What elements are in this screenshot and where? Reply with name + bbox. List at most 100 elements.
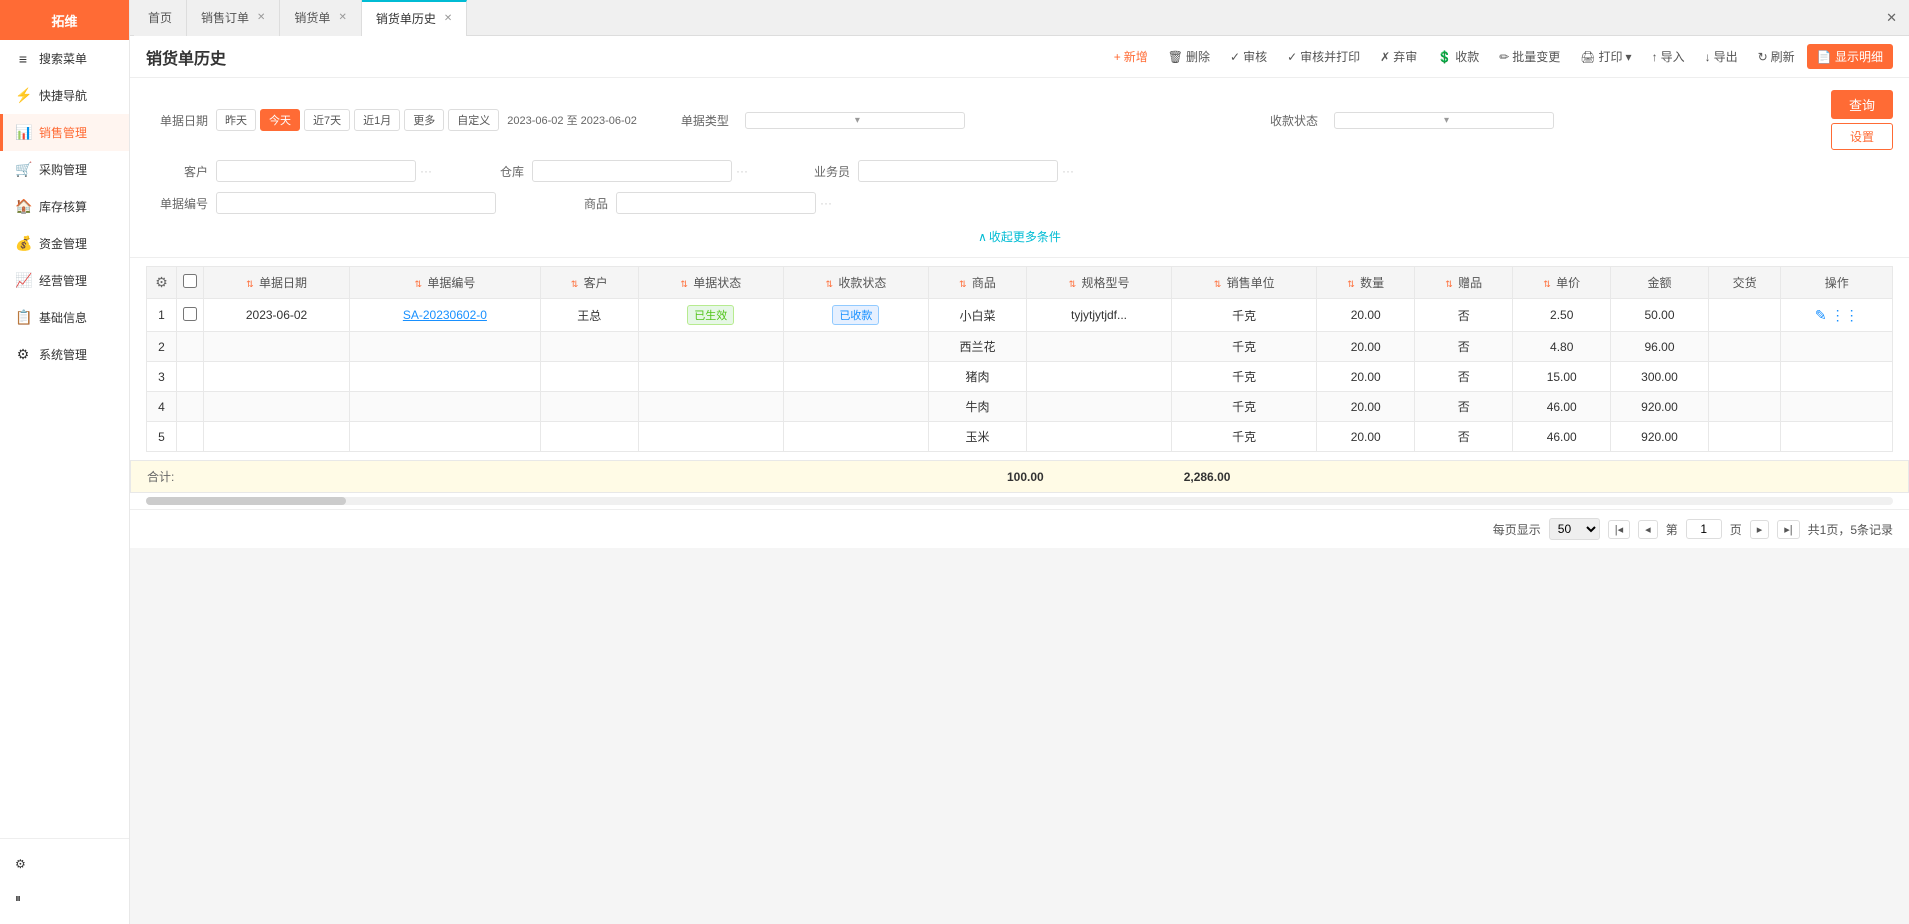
th-payment-status[interactable]: ⇅ 收款状态 [783,267,928,299]
payment-status-select[interactable]: ▾ [1334,112,1554,129]
next-page-button[interactable]: ▸ [1750,520,1770,539]
sidebar: 拓维 ≡ 搜索菜单 ⚡ 快捷导航 📊 销售管理 🛒 采购管理 🏠 库存核算 💰 … [0,0,130,924]
first-page-button[interactable]: |◂ [1608,520,1630,539]
sidebar-bottom-item2[interactable]: ⏸ [0,881,129,916]
th-settings[interactable]: ⚙ [147,267,177,299]
tab-sales-history[interactable]: 销货单历史 ✕ [362,0,467,36]
tab-sales-history-close[interactable]: ✕ [444,13,452,24]
doc-no-link[interactable]: SA-20230602-0 [403,308,487,322]
th-unit-price[interactable]: ⇅ 单价 [1513,267,1611,299]
sidebar-item-system-mgmt[interactable]: ⚙ 系统管理 [0,336,129,373]
customer-dots[interactable]: ··· [420,164,432,178]
td-doc-date [204,422,350,452]
td-checkbox [177,422,204,452]
warehouse-input[interactable] [532,160,732,182]
tab-sales-goods-close[interactable]: ✕ [338,12,346,23]
th-qty[interactable]: ⇅ 数量 [1317,267,1415,299]
customer-input[interactable] [216,160,416,182]
td-doc-no [350,362,541,392]
th-spec[interactable]: ⇅ 规格型号 [1026,267,1171,299]
sidebar-item-purchase-mgmt[interactable]: 🛒 采购管理 [0,151,129,188]
th-unit[interactable]: ⇅ 销售单位 [1172,267,1317,299]
sidebar-item-inventory[interactable]: 🏠 库存核算 [0,188,129,225]
td-amount: 50.00 [1611,299,1709,332]
th-doc-date[interactable]: ⇅ 单据日期 [204,267,350,299]
doc-type-arrow: ▾ [855,115,958,126]
page-unit: 页 [1730,521,1742,538]
td-action [1781,392,1893,422]
collect-icon: 💲 [1437,50,1452,64]
business-input[interactable] [858,160,1058,182]
audit-button[interactable]: ✓ 审核 [1222,44,1275,69]
sidebar-item-operations[interactable]: 📈 经营管理 [0,262,129,299]
show-detail-button[interactable]: 📄 显示明细 [1807,44,1893,69]
sidebar-item-sales-mgmt[interactable]: 📊 销售管理 [0,114,129,151]
th-doc-status[interactable]: ⇅ 单据状态 [638,267,783,299]
tab-sales-order-close[interactable]: ✕ [257,12,265,23]
td-unit: 千克 [1172,422,1317,452]
td-spec [1026,362,1171,392]
sidebar-item-finance[interactable]: 💰 资金管理 [0,225,129,262]
date-btn-more[interactable]: 更多 [404,109,444,131]
prev-page-button[interactable]: ◂ [1638,520,1658,539]
select-all-checkbox[interactable] [183,274,197,288]
sidebar-item-basic-info[interactable]: 📋 基础信息 [0,299,129,336]
sort-icon: ⇅ [246,279,254,289]
customer-filter-label: 客户 [146,163,216,180]
tab-sales-goods-label: 销货单 [294,9,330,26]
date-btn-custom[interactable]: 自定义 [448,109,499,131]
date-btn-1month[interactable]: 近1月 [354,109,400,131]
th-gift[interactable]: ⇅ 赠品 [1415,267,1513,299]
doc-type-select[interactable]: ▾ [745,112,965,129]
sidebar-bottom-item1[interactable]: ⚙ [0,847,129,881]
abandon-button[interactable]: ✗ 弃审 [1372,44,1425,69]
td-gift: 否 [1415,392,1513,422]
goods-input[interactable] [616,192,816,214]
export-button[interactable]: ↓ 导出 [1697,44,1746,69]
row-checkbox[interactable] [183,307,197,321]
print-button[interactable]: 🖨 打印 ▾ [1572,44,1639,69]
batch-change-button[interactable]: ✏ 批量变更 [1491,44,1568,69]
collect-button[interactable]: 💲 收款 [1429,44,1487,69]
scrollbar-wrap[interactable] [130,493,1909,509]
import-button[interactable]: ↑ 导入 [1644,44,1693,69]
tab-sales-order[interactable]: 销售订单 ✕ [187,0,280,36]
goods-dots[interactable]: ··· [820,196,832,210]
th-doc-no[interactable]: ⇅ 单据编号 [350,267,541,299]
page-input[interactable] [1686,519,1722,539]
date-filter-label: 单据日期 [146,112,216,129]
warehouse-dots[interactable]: ··· [736,164,748,178]
action-more-icon[interactable]: ⋮⋮ [1831,307,1859,323]
scrollbar-thumb[interactable] [146,497,346,505]
date-btn-yesterday[interactable]: 昨天 [216,109,256,131]
delete-button[interactable]: 🗑 删除 [1160,44,1218,69]
new-button[interactable]: + 新增 [1106,44,1156,69]
query-settings-col: 查询 设置 [1831,90,1893,150]
tab-home[interactable]: 首页 [134,0,187,36]
page-size-select[interactable]: 50 100 [1549,518,1600,540]
docno-input[interactable] [216,192,496,214]
business-dots[interactable]: ··· [1062,164,1074,178]
settings-gear-icon[interactable]: ⚙ [155,274,168,290]
action-edit-icon[interactable]: ✎ [1815,307,1827,323]
sidebar-item-quick-nav[interactable]: ⚡ 快捷导航 [0,77,129,114]
business-filter-label: 业务员 [808,163,858,180]
td-unit-price: 46.00 [1513,422,1611,452]
refresh-button[interactable]: ↻ 刷新 [1750,44,1803,69]
th-customer[interactable]: ⇅ 客户 [540,267,638,299]
td-unit-price: 46.00 [1513,392,1611,422]
total-pages-text: 共1页，5条记录 [1808,521,1893,538]
audit-print-button[interactable]: ✓ 审核并打印 [1279,44,1368,69]
query-button[interactable]: 查询 [1831,90,1893,119]
collapse-btn[interactable]: ∧ 收起更多条件 [978,228,1061,245]
sidebar-item-search-menu[interactable]: ≡ 搜索菜单 [0,40,129,77]
filter-row-customer: 客户 ··· 仓库 ··· 业务员 ··· [146,160,1893,182]
last-page-button[interactable]: ▸| [1777,520,1799,539]
date-btn-today[interactable]: 今天 [260,109,300,131]
date-btn-7days[interactable]: 近7天 [304,109,350,131]
tab-sales-goods[interactable]: 销货单 ✕ [280,0,361,36]
th-goods[interactable]: ⇅ 商品 [928,267,1026,299]
close-all-icon[interactable]: ✕ [1886,10,1897,26]
sidebar-item-label: 搜索菜单 [39,50,87,67]
settings-button[interactable]: 设置 [1831,123,1893,150]
